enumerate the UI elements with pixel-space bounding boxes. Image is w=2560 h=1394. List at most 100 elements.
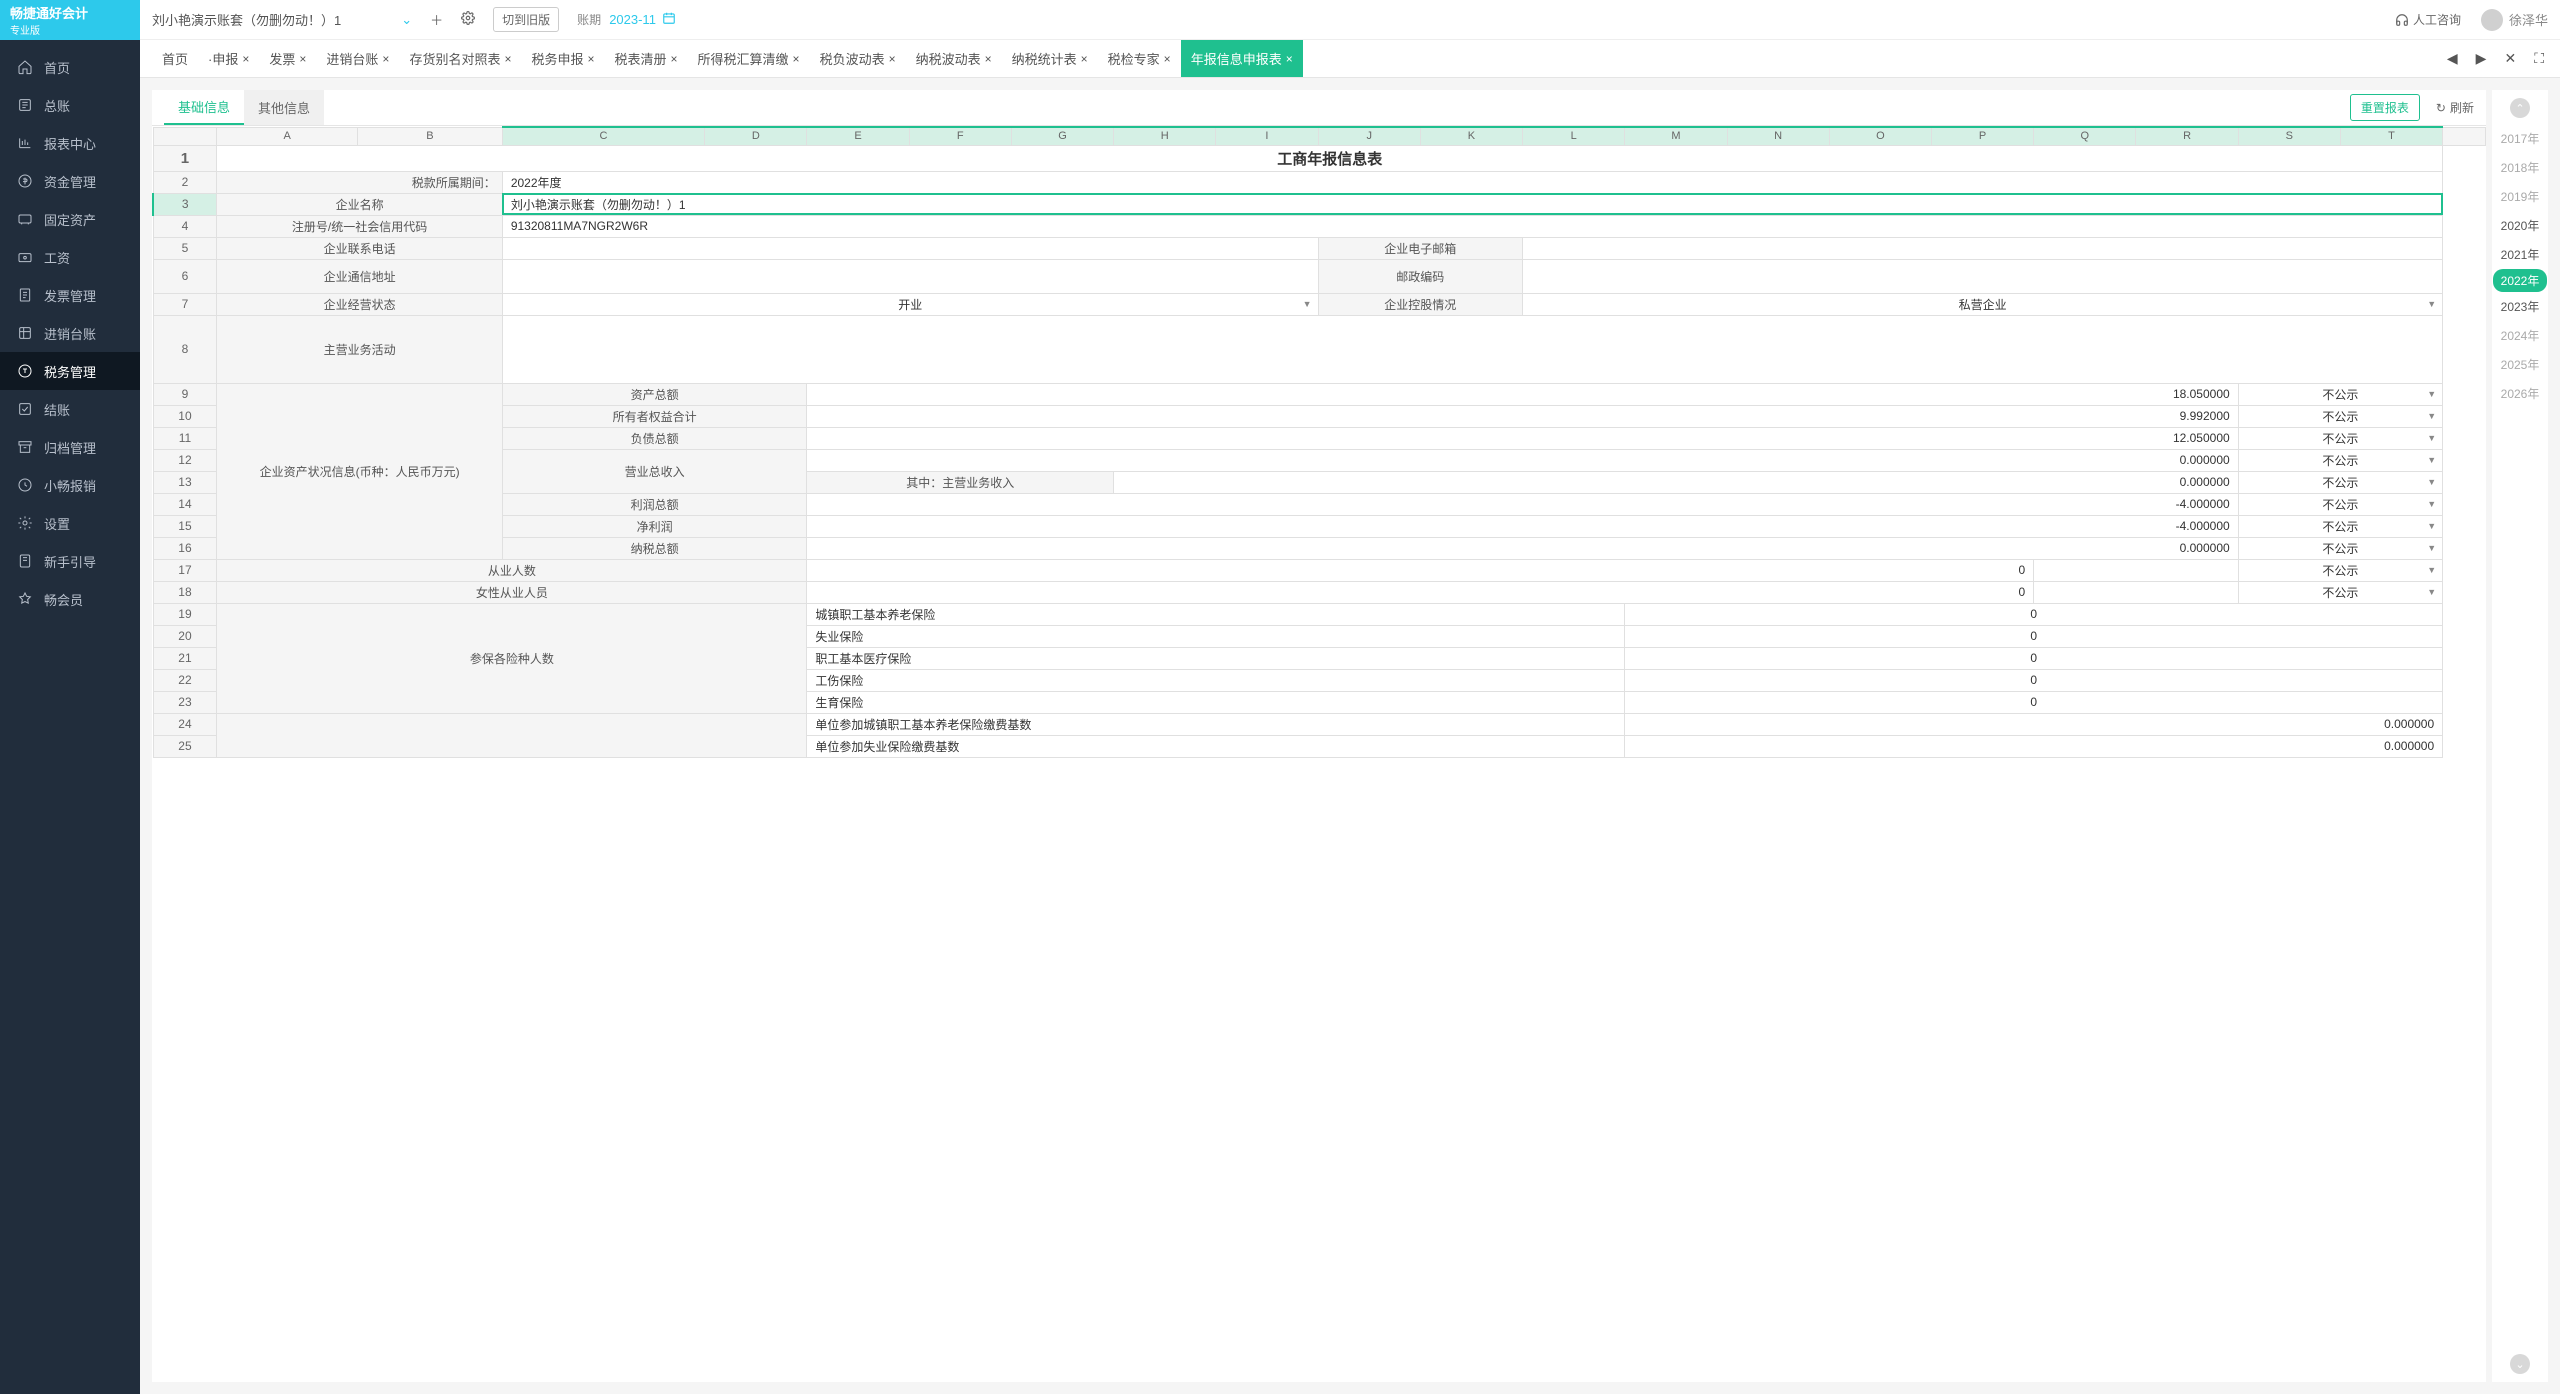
row-head[interactable]: 20 xyxy=(153,625,217,647)
col-head[interactable]: D xyxy=(705,127,807,145)
col-head[interactable]: A xyxy=(217,127,358,145)
row-head[interactable]: 11 xyxy=(153,427,217,449)
tab[interactable]: 税负波动表× xyxy=(810,40,906,77)
row-head[interactable]: 23 xyxy=(153,691,217,713)
horizontal-scrollbar[interactable] xyxy=(152,1368,2486,1382)
col-head[interactable]: Q xyxy=(2034,127,2136,145)
row-head[interactable]: 7 xyxy=(153,293,217,315)
holding-select[interactable]: 私营企业 xyxy=(1523,293,2443,315)
close-icon[interactable]: × xyxy=(985,52,992,66)
close-icon[interactable]: × xyxy=(242,52,249,66)
row-head[interactable]: 25 xyxy=(153,735,217,757)
account-settings-button[interactable] xyxy=(461,11,475,28)
period-value[interactable]: 2023-11 xyxy=(609,12,656,27)
company-value-cell[interactable]: 刘小艳演示账套（勿删勿动！）1 xyxy=(502,193,2442,215)
account-selector[interactable]: 刘小艳演示账套（勿删勿动！）1 ⌄ xyxy=(152,10,412,29)
year-option[interactable]: 2021年 xyxy=(2501,240,2540,269)
tab[interactable]: 年报信息申报表× xyxy=(1181,40,1303,77)
row-head[interactable]: 6 xyxy=(153,259,217,293)
tab[interactable]: 发票× xyxy=(259,40,316,77)
year-option[interactable]: 2018年 xyxy=(2501,153,2540,182)
row-head[interactable]: 21 xyxy=(153,647,217,669)
year-scroll-up-button[interactable]: ⌃ xyxy=(2510,98,2530,118)
tabs-next-button[interactable]: ▶ xyxy=(2472,50,2491,67)
close-icon[interactable]: × xyxy=(1081,52,1088,66)
row-head[interactable]: 17 xyxy=(153,559,217,581)
row-head[interactable]: 14 xyxy=(153,493,217,515)
row-head[interactable]: 18 xyxy=(153,581,217,603)
close-icon[interactable]: × xyxy=(382,52,389,66)
reset-report-button[interactable]: 重置报表 xyxy=(2350,94,2420,121)
calendar-icon[interactable] xyxy=(662,11,676,28)
row-head[interactable]: 12 xyxy=(153,449,217,471)
col-head[interactable]: J xyxy=(1318,127,1420,145)
tab[interactable]: 税表清册× xyxy=(605,40,688,77)
close-icon[interactable]: × xyxy=(299,52,306,66)
nav-item-report[interactable]: 报表中心 xyxy=(0,124,140,162)
status-select[interactable]: 开业 xyxy=(502,293,1318,315)
tab[interactable]: 首页 xyxy=(152,40,198,77)
row-head[interactable]: 24 xyxy=(153,713,217,735)
year-scroll-down-button[interactable]: ⌄ xyxy=(2510,1354,2530,1374)
close-icon[interactable]: × xyxy=(889,52,896,66)
tab[interactable]: 税务申报× xyxy=(521,40,604,77)
nav-item-gear[interactable]: 设置 xyxy=(0,504,140,542)
nav-item-asset[interactable]: 固定资产 xyxy=(0,200,140,238)
tab[interactable]: 存货别名对照表× xyxy=(399,40,521,77)
refresh-button[interactable]: ↻ 刷新 xyxy=(2436,99,2474,116)
year-option[interactable]: 2026年 xyxy=(2501,379,2540,408)
year-option[interactable]: 2024年 xyxy=(2501,321,2540,350)
row-head[interactable]: 1 xyxy=(153,145,217,171)
row-head[interactable]: 2 xyxy=(153,171,217,193)
col-head[interactable]: F xyxy=(909,127,1011,145)
nav-item-stock[interactable]: 进销台账 xyxy=(0,314,140,352)
year-option[interactable]: 2019年 xyxy=(2501,182,2540,211)
col-head[interactable]: M xyxy=(1625,127,1727,145)
spreadsheet[interactable]: ABCDEFGHIJKLMNOPQRST1工商年报信息表2税款所属期间：2022… xyxy=(152,126,2486,1368)
nav-item-close[interactable]: 结账 xyxy=(0,390,140,428)
nav-item-salary[interactable]: 工资 xyxy=(0,238,140,276)
subtab-other-info[interactable]: 其他信息 xyxy=(244,90,324,125)
close-icon[interactable]: × xyxy=(671,52,678,66)
row-head[interactable]: 8 xyxy=(153,315,217,383)
nav-item-ledger[interactable]: 总账 xyxy=(0,86,140,124)
col-head[interactable]: B xyxy=(357,127,502,145)
close-icon[interactable]: × xyxy=(793,52,800,66)
row-head[interactable]: 4 xyxy=(153,215,217,237)
col-head[interactable]: K xyxy=(1420,127,1522,145)
close-icon[interactable]: × xyxy=(587,52,594,66)
year-option[interactable]: 2020年 xyxy=(2501,211,2540,240)
row-head[interactable]: 3 xyxy=(153,193,217,215)
col-head[interactable]: G xyxy=(1011,127,1113,145)
row-head[interactable]: 22 xyxy=(153,669,217,691)
nav-item-guide[interactable]: 新手引导 xyxy=(0,542,140,580)
tabs-close-all-button[interactable]: ✕ xyxy=(2500,50,2520,67)
nav-item-home[interactable]: 首页 xyxy=(0,48,140,86)
row-head[interactable]: 15 xyxy=(153,515,217,537)
row-head[interactable]: 19 xyxy=(153,603,217,625)
consult-button[interactable]: 人工咨询 xyxy=(2395,11,2461,28)
tabs-prev-button[interactable]: ◀ xyxy=(2443,50,2462,67)
nav-item-fund[interactable]: 资金管理 xyxy=(0,162,140,200)
close-icon[interactable]: × xyxy=(1164,52,1171,66)
row-head[interactable]: 16 xyxy=(153,537,217,559)
col-head[interactable]: E xyxy=(807,127,909,145)
col-head[interactable]: I xyxy=(1216,127,1318,145)
row-head[interactable]: 5 xyxy=(153,237,217,259)
close-icon[interactable]: × xyxy=(504,52,511,66)
col-head[interactable]: O xyxy=(1829,127,1931,145)
user-menu[interactable]: 徐泽华 xyxy=(2481,9,2548,31)
tab[interactable]: ·申报× xyxy=(198,40,259,77)
close-icon[interactable]: × xyxy=(1286,52,1293,66)
col-head[interactable]: P xyxy=(1931,127,2033,145)
col-head[interactable]: L xyxy=(1523,127,1625,145)
col-head[interactable]: T xyxy=(2340,127,2442,145)
nav-item-expense[interactable]: 小畅报销 xyxy=(0,466,140,504)
col-head[interactable]: S xyxy=(2238,127,2340,145)
row-head[interactable]: 13 xyxy=(153,471,217,493)
col-head[interactable]: N xyxy=(1727,127,1829,145)
row-head[interactable]: 9 xyxy=(153,383,217,405)
add-account-button[interactable]: ＋ xyxy=(430,10,443,29)
publish-select[interactable]: 不公示 xyxy=(2238,383,2442,405)
nav-item-member[interactable]: 畅会员 xyxy=(0,580,140,618)
